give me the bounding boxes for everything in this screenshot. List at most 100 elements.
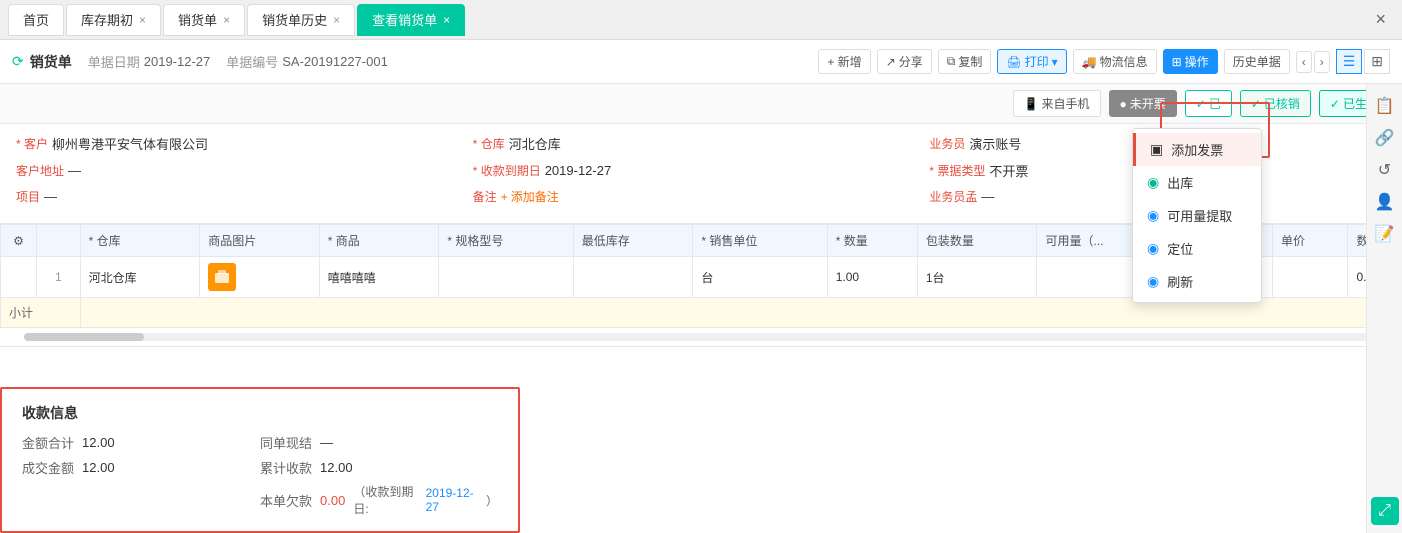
share-button[interactable]: ↗ 分享	[877, 49, 932, 74]
row-product: 嘻嘻嘻嘻	[319, 257, 439, 298]
sold-button[interactable]: ✓ 已核销	[1240, 90, 1311, 117]
view-toggle: ☰ ⊞	[1336, 49, 1390, 74]
tab-bar: 首页 库存期初 × 销货单 × 销货单历史 × 查看销货单 × ×	[0, 0, 1402, 40]
refresh-icon: ◉	[1147, 273, 1159, 290]
from-phone-button[interactable]: 📱 来自手机	[1013, 90, 1101, 117]
outbound-icon: ◉	[1147, 174, 1159, 191]
dropdown-item-invoice[interactable]: ▣ 添加发票	[1133, 133, 1261, 166]
salesperson-value: 演示账号	[969, 134, 1021, 153]
row-min-stock	[573, 257, 693, 298]
sum-label-1: 金额合计	[22, 433, 74, 452]
print-dropdown-arrow: ▾	[1052, 55, 1058, 69]
close-sales-tab[interactable]: ×	[223, 13, 230, 27]
operations-button[interactable]: ⊞ 操作	[1163, 49, 1218, 74]
summary-row-col2-3: 本单欠款 0.00 （收款到期日: 2019-12-27 ）	[260, 483, 498, 517]
copy-button[interactable]: ⧉ 复制	[938, 49, 992, 74]
outbound-label: 出库	[1167, 173, 1193, 192]
sidebar-icon-2[interactable]: 🔗	[1371, 124, 1399, 152]
next-button[interactable]: ›	[1314, 51, 1330, 73]
sidebar-icon-5[interactable]: 📝	[1371, 220, 1399, 248]
h-scrollbar[interactable]	[24, 333, 1378, 341]
due-date-label: 收款到期日	[473, 162, 541, 179]
ticket-type-label: 票据类型	[929, 162, 985, 179]
print-button[interactable]: 🖨 打印 ▾	[997, 49, 1066, 74]
sidebar-icon-1[interactable]: 📋	[1371, 92, 1399, 120]
close-history-tab[interactable]: ×	[333, 13, 340, 27]
close-view-tab[interactable]: ×	[443, 13, 450, 27]
col-min-stock: 最低库存	[573, 225, 693, 257]
close-inventory-tab[interactable]: ×	[139, 13, 146, 27]
col-pack-qty: 包装数量	[917, 225, 1037, 257]
h-scrollbar-area	[0, 328, 1402, 346]
location-icon: ◉	[1147, 240, 1159, 257]
sum-note-end: ）	[486, 492, 498, 509]
invoice-icon: ▣	[1150, 141, 1163, 158]
logistics-button[interactable]: 🚚 物流信息	[1073, 49, 1157, 74]
tab-sales[interactable]: 销货单 ×	[163, 4, 245, 36]
note-field: 备注 + 添加备注	[473, 188, 930, 205]
add-note-button[interactable]: + 添加备注	[501, 188, 559, 205]
row-num: 1	[37, 257, 81, 298]
grid-view-button[interactable]: ⊞	[1364, 49, 1390, 74]
main-content: ⟳ 销货单 单据日期 2019-12-27 单据编号 SA-20191227-0…	[0, 40, 1402, 533]
dropdown-item-outbound[interactable]: ◉ 出库	[1133, 166, 1261, 199]
tab-inventory[interactable]: 库存期初 ×	[66, 4, 161, 36]
share-icon: ↗	[886, 55, 896, 69]
row-gear	[1, 257, 37, 298]
not-open-button[interactable]: ● 未开票	[1109, 90, 1177, 117]
project-field: 项目 —	[16, 188, 473, 205]
summary-panel: 收款信息 金额合计 12.00 同单现结 — 成交金额 12.00 累计收款 1…	[0, 387, 520, 533]
location-label: 定位	[1167, 239, 1193, 258]
row-pack-qty: 1台	[917, 257, 1037, 298]
warehouse-field: 仓库 河北仓库	[473, 134, 930, 153]
col-qty: * 数量	[827, 225, 917, 257]
number-label: 单据编号	[226, 52, 278, 71]
customer-field: 客户 柳州粤港平安气体有限公司	[16, 134, 473, 153]
sidebar-icon-4[interactable]: 👤	[1371, 188, 1399, 216]
doc-title: 销货单	[30, 52, 72, 72]
col-warehouse: * 仓库	[80, 225, 200, 257]
tab-view-sales[interactable]: 查看销货单 ×	[357, 4, 465, 36]
customer-value: 柳州粤港平安气体有限公司	[52, 134, 208, 153]
date-label: 单据日期	[88, 52, 140, 71]
address-label: 客户地址	[16, 162, 64, 179]
logistics-icon: 🚚	[1082, 55, 1097, 69]
refresh-label: 刷新	[1167, 272, 1193, 291]
confirm-button[interactable]: ✓ 已	[1185, 90, 1232, 117]
toolbar: + 新增 ↗ 分享 ⧉ 复制 🖨 打印 ▾ 🚚 物流信息	[818, 49, 1390, 74]
tab-sales-history[interactable]: 销货单历史 ×	[247, 4, 355, 36]
sidebar-icon-3[interactable]: ↺	[1371, 156, 1399, 184]
sum-label-col2-2: 累计收款	[260, 458, 312, 477]
ticket-type-value: 不开票	[989, 161, 1028, 180]
dropdown-item-refresh[interactable]: ◉ 刷新	[1133, 265, 1261, 298]
row-price	[1273, 257, 1348, 298]
invoice-label: 添加发票	[1171, 140, 1223, 159]
due-date-value: 2019-12-27	[545, 163, 612, 178]
sidebar-icon-expand[interactable]: ⤢	[1371, 497, 1399, 525]
customer-label: 客户	[16, 135, 48, 152]
check-icon: ✓	[1251, 97, 1261, 111]
row-warehouse: 河北仓库	[80, 257, 200, 298]
global-close-button[interactable]: ×	[1367, 9, 1394, 30]
print-icon: 🖨	[1006, 55, 1021, 69]
summary-row-col2-1: 同单现结 —	[260, 433, 498, 452]
col-img: 商品图片	[200, 225, 320, 257]
list-view-button[interactable]: ☰	[1336, 49, 1363, 74]
row-spec	[439, 257, 573, 298]
h-scrollbar-thumb[interactable]	[24, 333, 144, 341]
summary-title: 收款信息	[22, 403, 498, 423]
col-row-num	[37, 225, 81, 257]
summary-row-3	[22, 483, 260, 517]
prev-button[interactable]: ‹	[1296, 51, 1312, 73]
dropdown-item-location[interactable]: ◉ 定位	[1133, 232, 1261, 265]
dropdown-item-available[interactable]: ◉ 可用量提取	[1133, 199, 1261, 232]
history-button[interactable]: 历史单据	[1224, 49, 1290, 74]
sales-name-label: 业务员孟	[929, 188, 977, 205]
tab-home[interactable]: 首页	[8, 4, 64, 36]
sales-name-value: —	[981, 189, 994, 204]
dropdown-menu: ▣ 添加发票 ◉ 出库 ◉ 可用量提取 ◉ 定位 ◉ 刷新	[1132, 128, 1262, 303]
sum-date: 2019-12-27	[426, 486, 478, 514]
nav-arrows: ‹ ›	[1296, 51, 1330, 73]
effective-icon: ✓	[1330, 97, 1340, 111]
new-button[interactable]: + 新增	[818, 49, 870, 74]
